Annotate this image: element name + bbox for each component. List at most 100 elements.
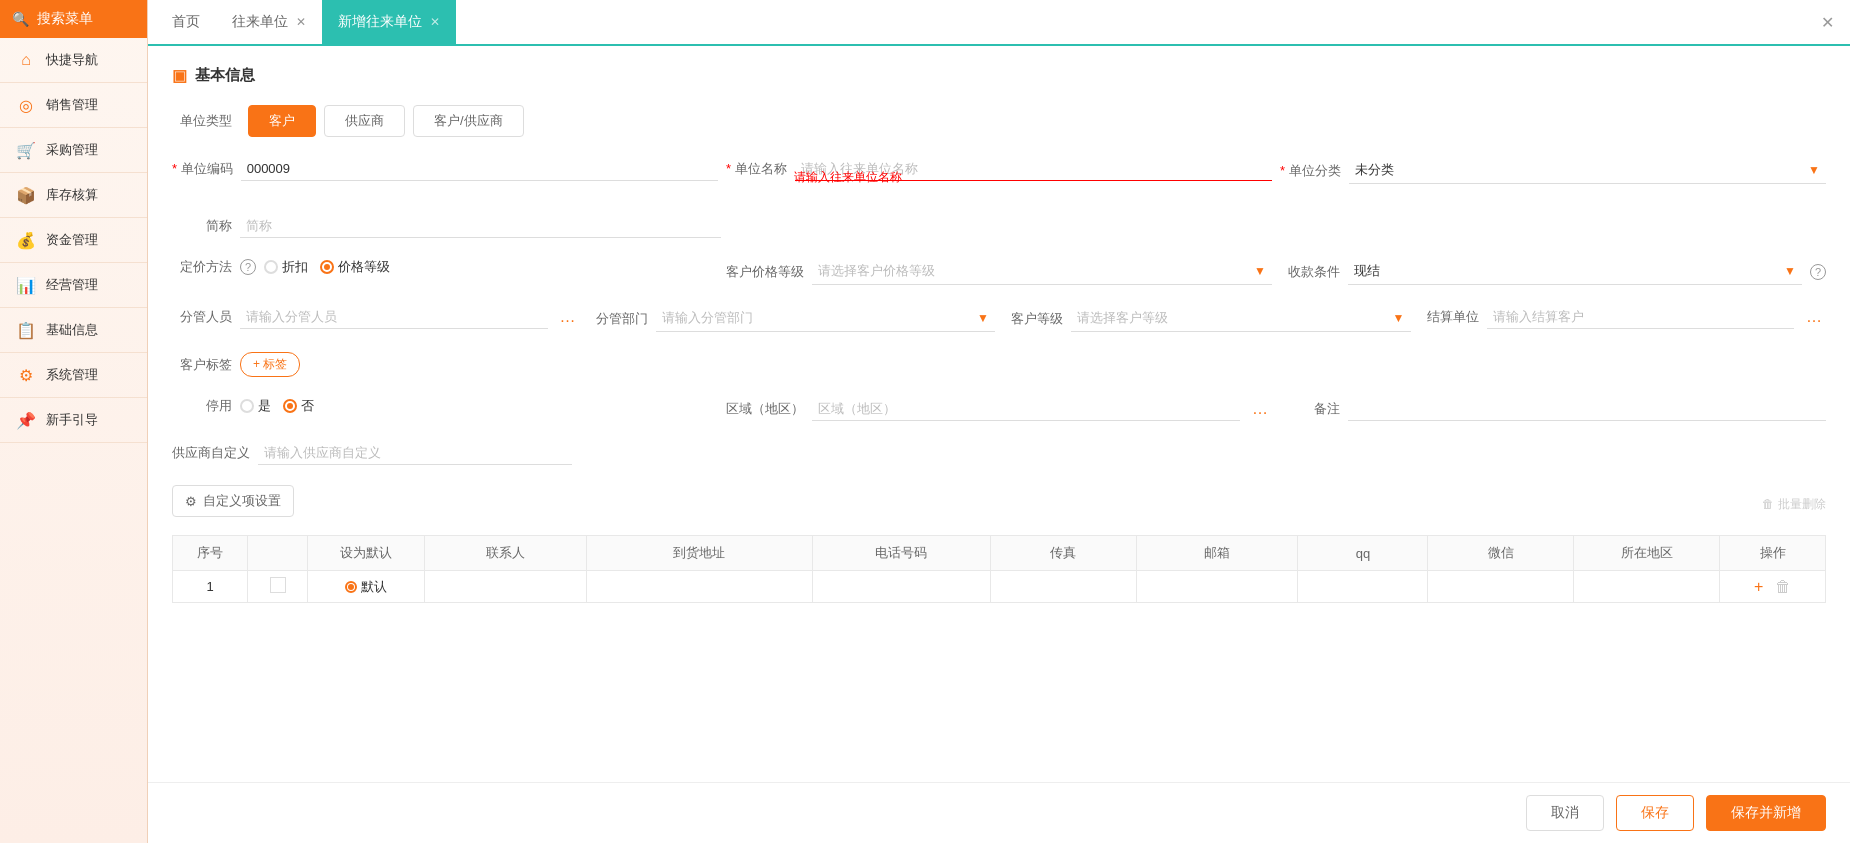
tab-partners[interactable]: 往来单位 ✕ [216,0,322,44]
purchase-icon: 🛒 [16,140,36,160]
tab-home[interactable]: 首页 [156,0,216,44]
add-tag-button[interactable]: + 标签 [240,352,300,377]
customer-grade-select[interactable]: 请选择客户等级 ▼ [1071,305,1411,332]
tab-label: 新增往来单位 [338,13,422,31]
customer-price-placeholder: 请选择客户价格等级 [818,262,935,280]
search-menu[interactable]: 🔍 搜索菜单 [0,0,147,38]
row-contact[interactable] [424,571,586,603]
row-add-button[interactable]: + [1754,578,1763,595]
settlement-unit-label: 结算单位 [1419,308,1479,326]
sidebar-item-guide[interactable]: 📌 新手引导 [0,398,147,443]
sidebar-item-operations[interactable]: 📊 经营管理 [0,263,147,308]
stock-icon: 📦 [16,185,36,205]
guide-icon: 📌 [16,410,36,430]
row-no: 1 [173,571,248,603]
btn-both[interactable]: 客户/供应商 [413,105,524,137]
col-default: 设为默认 [307,536,424,571]
settlement-more-icon[interactable]: … [1802,308,1826,326]
row-checkbox[interactable] [270,577,286,593]
sidebar-item-purchase[interactable]: 🛒 采购管理 [0,128,147,173]
remark-input[interactable] [1348,397,1826,421]
btn-supplier[interactable]: 供应商 [324,105,405,137]
row-address[interactable] [586,571,812,603]
supplier-custom-group: 供应商自定义 [172,441,572,465]
supplier-custom-input[interactable] [258,441,572,465]
manager-group: 分管人员 … [172,305,580,329]
row-qq[interactable] [1298,571,1428,603]
disabled-yes-radio[interactable]: 是 [240,397,271,415]
abbreviation-input[interactable] [240,214,721,238]
manager-more-icon[interactable]: … [556,308,580,326]
close-all-tabs[interactable]: ✕ [1813,9,1842,36]
form-row-codes: 单位编码 单位名称 请输入往来单位名称 单位分类 未分类 ▼ [172,157,1826,194]
customer-price-select[interactable]: 请选择客户价格等级 ▼ [812,258,1272,285]
row-wechat[interactable] [1428,571,1574,603]
sidebar-item-finance[interactable]: 💰 资金管理 [0,218,147,263]
settlement-unit-input[interactable] [1487,305,1795,329]
disabled-no-radio[interactable]: 否 [283,397,314,415]
row-email[interactable] [1136,571,1298,603]
form-row-disabled: 停用 是 否 区域（地区） … 备注 [172,397,1826,421]
chevron-down-icon: ▼ [1808,163,1820,177]
region-more-icon[interactable]: … [1248,400,1272,418]
payment-terms-select[interactable]: 现结 ▼ [1348,258,1802,285]
row-phone[interactable] [812,571,990,603]
row-checkbox-cell [248,571,307,603]
tab-close-partners[interactable]: ✕ [296,15,306,29]
save-new-button[interactable]: 保存并新增 [1706,795,1826,831]
chevron-down-icon: ▼ [977,311,989,325]
sidebar-item-quick-nav[interactable]: ⌂ 快捷导航 [0,38,147,83]
pricing-method-group: 定价方法 ? 折扣 价格等级 [172,258,718,276]
sidebar-item-sales[interactable]: ◎ 销售管理 [0,83,147,128]
form-row-tag: 客户标签 + 标签 [172,352,1826,377]
region-input[interactable] [812,397,1240,421]
supplier-custom-label: 供应商自定义 [172,444,250,462]
unit-code-input[interactable] [241,157,718,181]
sidebar-item-stock[interactable]: 📦 库存核算 [0,173,147,218]
sidebar-item-system[interactable]: ⚙ 系统管理 [0,353,147,398]
row-delete-button[interactable]: 🗑 [1775,578,1791,595]
save-button[interactable]: 保存 [1616,795,1694,831]
discount-label: 折扣 [282,258,308,276]
custom-settings-button[interactable]: ⚙ 自定义项设置 [172,485,294,517]
department-placeholder: 请输入分管部门 [662,309,753,327]
col-no: 序号 [173,536,248,571]
unit-name-label: 单位名称 [726,160,787,178]
customer-tag-group: 客户标签 + 标签 [172,352,1826,377]
sidebar-item-basic-info[interactable]: 📋 基础信息 [0,308,147,353]
department-group: 分管部门 请输入分管部门 ▼ [588,305,996,332]
sidebar-label: 资金管理 [46,231,98,249]
pricing-method-label: 定价方法 [172,258,232,276]
cancel-button[interactable]: 取消 [1526,795,1604,831]
search-icon: 🔍 [12,11,29,27]
batch-delete-button[interactable]: 🗑 批量删除 [1762,496,1826,513]
manager-label: 分管人员 [172,308,232,326]
btn-customer[interactable]: 客户 [248,105,316,137]
row-fax[interactable] [990,571,1136,603]
pricing-grade-radio[interactable]: 价格等级 [320,258,390,276]
section-title-text: 基本信息 [195,66,255,85]
col-contact: 联系人 [424,536,586,571]
remark-label: 备注 [1280,400,1340,418]
unit-category-value: 未分类 [1355,161,1394,179]
unit-category-select[interactable]: 未分类 ▼ [1349,157,1826,184]
tab-new-partner[interactable]: 新增往来单位 ✕ [322,0,456,44]
table-header-row: 序号 设为默认 联系人 到货地址 电话号码 传真 邮箱 qq 微信 所在地区 操… [173,536,1826,571]
col-checkbox [248,536,307,571]
tab-bar: 首页 往来单位 ✕ 新增往来单位 ✕ ✕ [148,0,1850,46]
radio-circle-no [283,399,297,413]
tab-close-new-partner[interactable]: ✕ [430,15,440,29]
manager-input[interactable] [240,305,548,329]
department-select[interactable]: 请输入分管部门 ▼ [656,305,996,332]
pricing-discount-radio[interactable]: 折扣 [264,258,308,276]
default-radio[interactable] [345,581,357,593]
system-icon: ⚙ [16,365,36,385]
pricing-help-icon[interactable]: ? [240,259,256,275]
sidebar: 🔍 搜索菜单 ⌂ 快捷导航 ◎ 销售管理 🛒 采购管理 📦 库存核算 💰 资金管… [0,0,148,843]
radio-circle-grade [320,260,334,274]
payment-help-icon[interactable]: ? [1810,264,1826,280]
basic-info-icon: 📋 [16,320,36,340]
abbreviation-label: 简称 [172,217,232,235]
row-region[interactable] [1574,571,1720,603]
row-default-cell: 默认 [307,571,424,603]
